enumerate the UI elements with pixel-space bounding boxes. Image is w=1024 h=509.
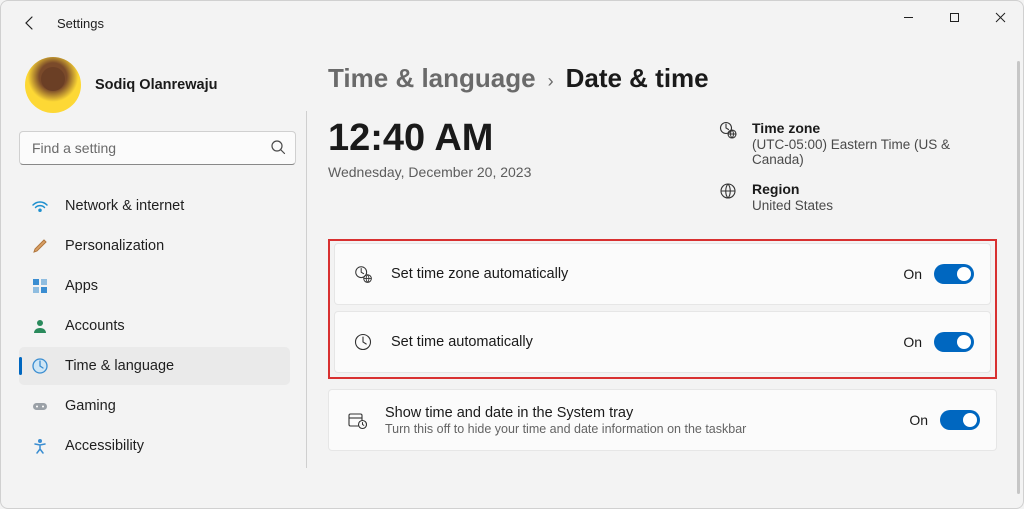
titlebar: Settings [1,1,1023,45]
sidebar-item-accounts[interactable]: Accounts [19,307,290,345]
nav-label: Accessibility [65,438,144,454]
timezone-label: Time zone [752,120,997,136]
nav-label: Apps [65,278,98,294]
scrollbar[interactable] [1017,61,1020,494]
sidebar-nav: Network & internet Personalization Apps … [19,187,296,465]
wifi-icon [31,197,49,215]
vertical-divider [306,111,307,468]
setting-systray-time[interactable]: Show time and date in the System tray Tu… [328,389,997,451]
sidebar-item-network[interactable]: Network & internet [19,187,290,225]
region-value: United States [752,198,833,213]
nav-label: Gaming [65,398,116,414]
setting-title: Set time zone automatically [391,266,885,282]
globe-icon [718,181,738,201]
current-time: 12:40 AM [328,118,678,160]
chevron-right-icon: › [548,71,554,92]
current-date: Wednesday, December 20, 2023 [328,164,678,180]
minimize-button[interactable] [885,1,931,33]
profile-block[interactable]: Sodiq Olanrewaju [19,55,296,131]
close-button[interactable] [977,1,1023,33]
taskbar-clock-icon [347,410,367,430]
sidebar-item-gaming[interactable]: Gaming [19,387,290,425]
avatar [25,57,81,113]
setting-subtitle: Turn this off to hide your time and date… [385,422,891,436]
nav-label: Time & language [65,358,174,374]
window-controls [885,1,1023,33]
highlighted-settings-group: Set time zone automatically On Set time … [328,239,997,379]
person-icon [31,317,49,335]
toggle-state-label: On [903,334,922,350]
region-block: Region United States [718,181,997,213]
nav-label: Network & internet [65,198,184,214]
user-name: Sodiq Olanrewaju [95,77,217,93]
clock-icon [353,332,373,352]
search-input[interactable] [19,131,296,165]
search-wrap [19,131,296,165]
clock-globe-icon [31,357,49,375]
clock-globe-icon [718,120,738,140]
brush-icon [31,237,49,255]
sidebar-item-accessibility[interactable]: Accessibility [19,427,290,465]
toggle-switch[interactable] [934,264,974,284]
timezone-value: (UTC-05:00) Eastern Time (US & Canada) [752,137,997,167]
breadcrumb-parent[interactable]: Time & language [328,63,536,94]
setting-auto-timezone[interactable]: Set time zone automatically On [334,243,991,305]
toggle-switch[interactable] [934,332,974,352]
clock-globe-icon [353,263,373,285]
gamepad-icon [31,397,49,415]
accessibility-icon [31,437,49,455]
sidebar: Sodiq Olanrewaju Network & internet Pers… [1,45,306,508]
setting-auto-time[interactable]: Set time automatically On [334,311,991,373]
region-label: Region [752,181,833,197]
toggle-state-label: On [909,412,928,428]
breadcrumb-current: Date & time [566,63,709,94]
nav-label: Personalization [65,238,164,254]
content: Time & language › Date & time 12:40 AM W… [306,45,1023,508]
sidebar-item-apps[interactable]: Apps [19,267,290,305]
info-row: 12:40 AM Wednesday, December 20, 2023 Ti… [328,118,997,213]
timezone-block: Time zone (UTC-05:00) Eastern Time (US &… [718,120,997,167]
setting-title: Show time and date in the System tray [385,405,891,421]
sidebar-item-personalization[interactable]: Personalization [19,227,290,265]
setting-title: Set time automatically [391,334,885,350]
app-title: Settings [57,16,104,31]
back-button[interactable] [15,9,43,37]
sidebar-item-time-language[interactable]: Time & language [19,347,290,385]
maximize-button[interactable] [931,1,977,33]
breadcrumb: Time & language › Date & time [328,63,997,94]
nav-label: Accounts [65,318,125,334]
apps-icon [31,277,49,295]
search-icon [270,139,286,155]
toggle-switch[interactable] [940,410,980,430]
toggle-state-label: On [903,266,922,282]
